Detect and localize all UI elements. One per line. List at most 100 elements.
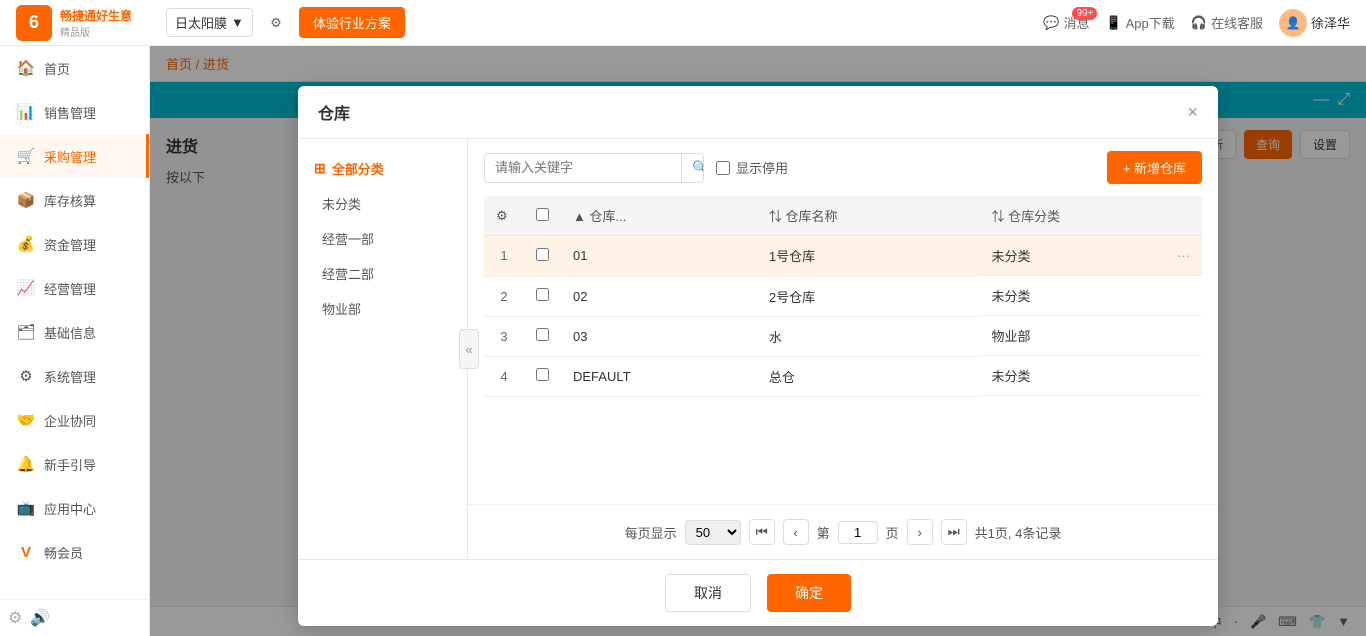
search-box: 🔍 bbox=[484, 153, 704, 183]
message-item[interactable]: 💬 消息 99+ bbox=[1043, 13, 1089, 32]
inventory-icon: 📦 bbox=[16, 190, 36, 210]
topbar-center: 日太阳膜 ▼ ⚙ 体验行业方案 bbox=[166, 7, 1043, 38]
per-page-select[interactable]: 50 100 200 bbox=[685, 520, 741, 545]
row-checkbox[interactable] bbox=[536, 288, 549, 301]
guide-icon: 🔔 bbox=[16, 454, 36, 474]
topbar: 6 畅捷通好生意 精品版 日太阳膜 ▼ ⚙ 体验行业方案 💬 消息 99+ 📱 … bbox=[0, 0, 1366, 46]
row-name: 1号仓库 bbox=[757, 236, 980, 277]
user-menu[interactable]: 👤 徐泽华 bbox=[1279, 9, 1350, 37]
table-row[interactable]: 2 02 2号仓库 未分类 bbox=[484, 276, 1202, 316]
sidebar-item-basic-info[interactable]: 🗂 基础信息 bbox=[0, 310, 149, 354]
sidebar-item-finance[interactable]: 💰 资金管理 bbox=[0, 222, 149, 266]
member-icon: V bbox=[16, 542, 36, 562]
settings-icon[interactable]: ⚙ bbox=[261, 8, 291, 38]
gear-icon[interactable]: ⚙ bbox=[496, 208, 508, 223]
sidebar-item-purchase[interactable]: 🛒 采购管理 bbox=[0, 134, 149, 178]
row-checkbox-cell bbox=[524, 276, 561, 316]
cancel-btn[interactable]: 取消 bbox=[665, 574, 751, 612]
enterprise-icon: 🤝 bbox=[16, 410, 36, 430]
sidebar: 🏠 首页 📊 销售管理 🛒 采购管理 📦 库存核算 💰 资金管理 📈 经营管理 … bbox=[0, 46, 150, 636]
app-download-item[interactable]: 📱 App下载 bbox=[1105, 13, 1174, 32]
page-last-btn[interactable]: ⏭ bbox=[941, 519, 967, 545]
experience-btn[interactable]: 体验行业方案 bbox=[299, 7, 405, 38]
phone-icon: 📱 bbox=[1105, 15, 1121, 31]
category-item-property[interactable]: 物业部 bbox=[298, 291, 467, 326]
confirm-btn[interactable]: 确定 bbox=[767, 574, 851, 612]
row-checkbox[interactable] bbox=[536, 248, 549, 261]
sidebar-item-enterprise[interactable]: 🤝 企业协同 bbox=[0, 398, 149, 442]
purchase-icon: 🛒 bbox=[16, 146, 36, 166]
th-code: ▲ 仓库... bbox=[561, 196, 757, 236]
row-num: 1 bbox=[484, 236, 524, 277]
th-checkbox bbox=[524, 196, 561, 236]
system-icon: ⚙ bbox=[16, 366, 36, 386]
th-gear: ⚙ bbox=[484, 196, 524, 236]
warehouse-modal: 仓库 × ⊞ 全部分类 未分类 经营一部 经营二部 物业部 « bbox=[298, 86, 1218, 626]
sidebar-item-inventory[interactable]: 📦 库存核算 bbox=[0, 178, 149, 222]
logo-text: 畅捷通好生意 精品版 bbox=[60, 7, 132, 39]
table-wrapper: ⚙ ▲ 仓库... bbox=[468, 196, 1218, 504]
row-num: 3 bbox=[484, 316, 524, 356]
page-next-btn[interactable]: › bbox=[907, 519, 933, 545]
grid-icon: ⊞ bbox=[314, 160, 326, 177]
app-center-icon: 📺 bbox=[16, 498, 36, 518]
table-row[interactable]: 3 03 水 物业部 bbox=[484, 316, 1202, 356]
speaker-icon[interactable]: 🔊 bbox=[30, 608, 50, 628]
sidebar-item-business[interactable]: 📈 经营管理 bbox=[0, 266, 149, 310]
show-disabled-checkbox[interactable] bbox=[716, 161, 730, 175]
row-checkbox-cell bbox=[524, 356, 561, 396]
message-badge: 99+ bbox=[1072, 7, 1097, 20]
search-btn[interactable]: 🔍 bbox=[681, 154, 704, 182]
row-checkbox-cell bbox=[524, 236, 561, 277]
search-input[interactable] bbox=[485, 154, 681, 181]
logo: 6 畅捷通好生意 精品版 bbox=[16, 5, 166, 41]
add-warehouse-btn[interactable]: + 新增仓库 bbox=[1107, 151, 1202, 184]
table-toolbar: 🔍 显示停用 + 新增仓库 bbox=[468, 139, 1218, 196]
select-all-checkbox[interactable] bbox=[536, 208, 549, 221]
page-first-btn[interactable]: ⏮ bbox=[749, 519, 775, 545]
row-code: DEFAULT bbox=[561, 356, 757, 396]
th-name: ⇅ 仓库名称 bbox=[757, 196, 980, 236]
th-category: ⇅ 仓库分类 bbox=[979, 196, 1202, 236]
table-row[interactable]: 1 01 1号仓库 未分类··· bbox=[484, 236, 1202, 277]
finance-icon: 💰 bbox=[16, 234, 36, 254]
row-category: 未分类 bbox=[979, 356, 1202, 396]
pagination: 每页显示 50 100 200 ⏮ ‹ 第 页 › ⏭ 共1页, 4条 bbox=[468, 504, 1218, 559]
more-btn[interactable]: ··· bbox=[1177, 248, 1190, 263]
show-disabled-option: 显示停用 bbox=[716, 158, 788, 177]
row-name: 水 bbox=[757, 316, 980, 356]
sidebar-bottom: ⚙ 🔊 bbox=[0, 599, 149, 636]
row-checkbox[interactable] bbox=[536, 328, 549, 341]
sidebar-item-system[interactable]: ⚙ 系统管理 bbox=[0, 354, 149, 398]
row-code: 01 bbox=[561, 236, 757, 277]
category-collapse-btn[interactable]: « bbox=[459, 329, 479, 369]
row-category: 物业部 bbox=[979, 316, 1202, 356]
row-checkbox[interactable] bbox=[536, 368, 549, 381]
sidebar-item-guide[interactable]: 🔔 新手引导 bbox=[0, 442, 149, 486]
row-name: 总仓 bbox=[757, 356, 980, 396]
sales-icon: 📊 bbox=[16, 102, 36, 122]
page-number-input[interactable] bbox=[838, 521, 878, 544]
table-area: 🔍 显示停用 + 新增仓库 bbox=[468, 139, 1218, 559]
logo-icon: 6 bbox=[16, 5, 52, 41]
all-categories-item[interactable]: ⊞ 全部分类 bbox=[298, 151, 467, 186]
settings-bottom-icon[interactable]: ⚙ bbox=[8, 608, 22, 628]
table-header-row: ⚙ ▲ 仓库... bbox=[484, 196, 1202, 236]
modal-header: 仓库 × bbox=[298, 86, 1218, 139]
row-category: 未分类 bbox=[979, 276, 1202, 316]
topbar-right: 💬 消息 99+ 📱 App下载 🎧 在线客服 👤 徐泽华 bbox=[1043, 9, 1350, 37]
category-item-operation2[interactable]: 经营二部 bbox=[298, 256, 467, 291]
sidebar-item-sales[interactable]: 📊 销售管理 bbox=[0, 90, 149, 134]
modal-close-btn[interactable]: × bbox=[1187, 102, 1198, 123]
sidebar-item-member[interactable]: V 畅会员 bbox=[0, 530, 149, 574]
row-checkbox-cell bbox=[524, 316, 561, 356]
table-row[interactable]: 4 DEFAULT 总仓 未分类 bbox=[484, 356, 1202, 396]
sidebar-item-home[interactable]: 🏠 首页 bbox=[0, 46, 149, 90]
page-prev-btn[interactable]: ‹ bbox=[783, 519, 809, 545]
category-item-unclassified[interactable]: 未分类 bbox=[298, 186, 467, 221]
headset-icon: 🎧 bbox=[1191, 15, 1207, 31]
service-item[interactable]: 🎧 在线客服 bbox=[1191, 13, 1263, 32]
store-selector[interactable]: 日太阳膜 ▼ bbox=[166, 8, 253, 37]
category-item-operation1[interactable]: 经营一部 bbox=[298, 221, 467, 256]
sidebar-item-app-center[interactable]: 📺 应用中心 bbox=[0, 486, 149, 530]
